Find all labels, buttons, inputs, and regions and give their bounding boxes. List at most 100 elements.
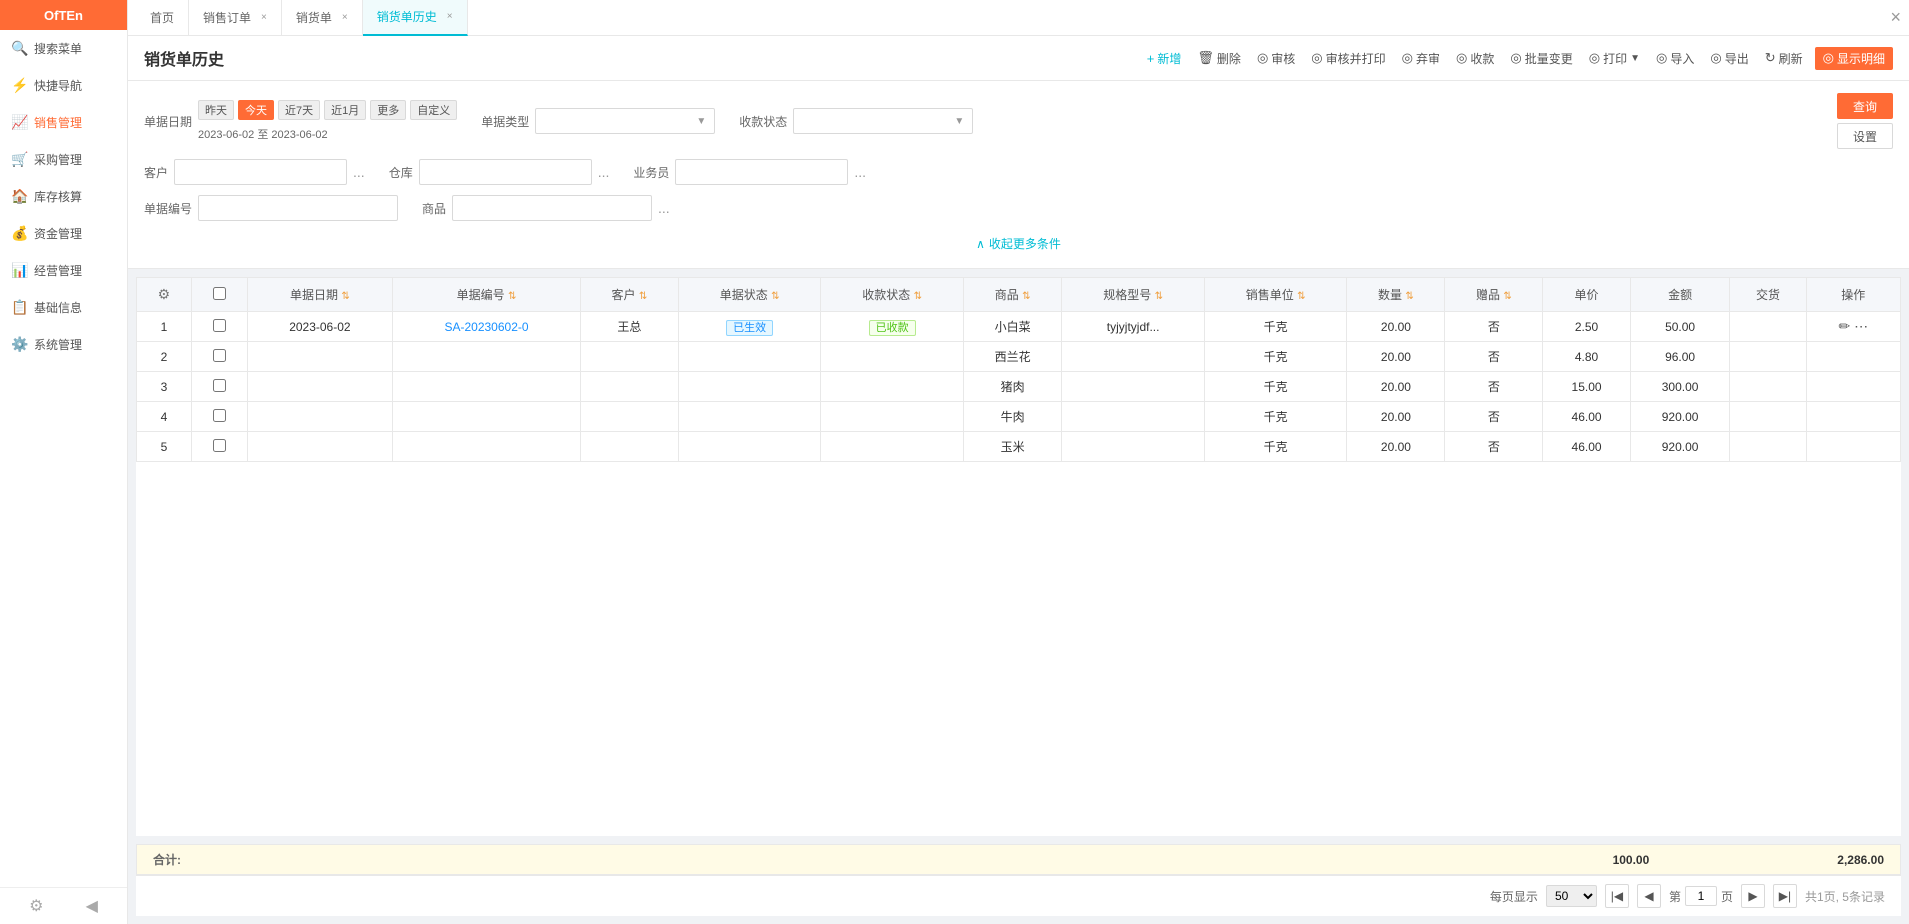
- sort-quantity-icon[interactable]: ⇅: [1405, 291, 1413, 302]
- discard-button[interactable]: ◎ 弃审: [1398, 48, 1444, 69]
- col-settings[interactable]: ⚙: [137, 278, 192, 312]
- query-button[interactable]: 查询: [1837, 93, 1893, 119]
- sort-doc-no-icon[interactable]: ⇅: [508, 291, 516, 302]
- tab-sales-history[interactable]: 销货单历史 ×: [363, 0, 468, 36]
- tab-sales-delivery-close[interactable]: ×: [342, 12, 348, 23]
- row-checkbox[interactable]: [191, 432, 247, 462]
- sidebar-item-basic-info[interactable]: 📋 基础信息: [0, 289, 127, 326]
- select-all-checkbox[interactable]: [213, 287, 226, 300]
- tab-home[interactable]: 首页: [136, 0, 189, 36]
- warehouse-picker-icon[interactable]: ...: [598, 164, 610, 180]
- row-action[interactable]: [1806, 402, 1900, 432]
- settings-gear-icon[interactable]: ⚙: [158, 286, 171, 302]
- doc-type-select[interactable]: ▼: [535, 108, 715, 134]
- delete-button[interactable]: 🗑 删除: [1193, 48, 1245, 69]
- refresh-button[interactable]: ↻ 刷新: [1761, 48, 1807, 69]
- row-action[interactable]: ✏⋯: [1806, 312, 1900, 342]
- row-select-checkbox[interactable]: [213, 439, 226, 452]
- audit-print-button[interactable]: ◎ 审核并打印: [1307, 48, 1389, 69]
- doc-no-link[interactable]: SA-20230602-0: [444, 320, 528, 334]
- date-btn-more[interactable]: 更多: [370, 100, 406, 120]
- row-checkbox[interactable]: [191, 312, 247, 342]
- page-number-input[interactable]: [1685, 886, 1717, 906]
- customer-input[interactable]: [174, 159, 347, 185]
- export-button[interactable]: ◎ 导出: [1706, 48, 1752, 69]
- more-action-icon[interactable]: ⋯: [1854, 318, 1868, 334]
- sort-doc-status-icon[interactable]: ⇅: [771, 291, 779, 302]
- sidebar-item-search[interactable]: 🔍 搜索菜单: [0, 30, 127, 67]
- collapse-label: 收起更多条件: [989, 235, 1061, 252]
- goods-input[interactable]: [452, 195, 652, 221]
- sidebar-settings-icon[interactable]: ⚙: [29, 896, 43, 916]
- row-checkbox[interactable]: [191, 402, 247, 432]
- goods-picker-icon[interactable]: ...: [658, 200, 670, 216]
- close-all-tabs[interactable]: ×: [1890, 7, 1901, 28]
- per-page-select[interactable]: 50 100 200: [1546, 885, 1597, 907]
- sidebar-item-system[interactable]: ⚙️ 系统管理: [0, 326, 127, 363]
- sort-goods-icon[interactable]: ⇅: [1022, 291, 1030, 302]
- customer-picker-icon[interactable]: ...: [353, 164, 365, 180]
- row-doc-no[interactable]: [393, 372, 581, 402]
- tab-sales-order-close[interactable]: ×: [261, 12, 267, 23]
- delete-icon: 🗑: [1197, 50, 1214, 66]
- edit-action-icon[interactable]: ✏: [1838, 318, 1850, 334]
- row-checkbox[interactable]: [191, 372, 247, 402]
- last-page-button[interactable]: ▶|: [1773, 884, 1797, 908]
- sidebar-item-operations[interactable]: 📊 经营管理: [0, 252, 127, 289]
- filter-warehouse: 仓库 ...: [389, 159, 610, 185]
- row-spec: [1062, 432, 1205, 462]
- doc-no-input[interactable]: [198, 195, 398, 221]
- sort-doc-date-icon[interactable]: ⇅: [341, 291, 349, 302]
- employee-picker-icon[interactable]: ...: [854, 164, 866, 180]
- sidebar-item-quicknav[interactable]: ⚡ 快捷导航: [0, 67, 127, 104]
- sidebar-collapse-icon[interactable]: ◀: [86, 896, 98, 916]
- tab-sales-order[interactable]: 销售订单 ×: [189, 0, 282, 36]
- row-unit: 千克: [1204, 312, 1347, 342]
- row-checkbox[interactable]: [191, 342, 247, 372]
- filter-date: 单据日期 昨天 今天 近7天 近1月 更多 自定义 2023-06-02 至 2…: [144, 100, 457, 142]
- sort-spec-icon[interactable]: ⇅: [1155, 291, 1163, 302]
- import-button[interactable]: ◎ 导入: [1652, 48, 1698, 69]
- date-btn-custom[interactable]: 自定义: [410, 100, 457, 120]
- collapse-button[interactable]: ∧ 收起更多条件: [144, 231, 1893, 256]
- first-page-button[interactable]: |◀: [1605, 884, 1629, 908]
- sidebar-item-sales[interactable]: 📈 销售管理: [0, 104, 127, 141]
- payment-status-select[interactable]: ▼: [793, 108, 973, 134]
- employee-input[interactable]: [675, 159, 848, 185]
- date-btn-today[interactable]: 今天: [238, 100, 274, 120]
- sort-gift-icon[interactable]: ⇅: [1503, 291, 1511, 302]
- row-select-checkbox[interactable]: [213, 379, 226, 392]
- audit-button[interactable]: ◎ 审核: [1253, 48, 1299, 69]
- row-select-checkbox[interactable]: [213, 319, 226, 332]
- setting-button[interactable]: 设置: [1837, 123, 1893, 149]
- sort-customer-icon[interactable]: ⇅: [639, 291, 647, 302]
- tab-sales-history-close[interactable]: ×: [447, 11, 453, 22]
- date-btn-1month[interactable]: 近1月: [324, 100, 366, 120]
- row-action[interactable]: [1806, 342, 1900, 372]
- print-button[interactable]: ◎ 打印 ▼: [1585, 48, 1644, 69]
- show-detail-button[interactable]: ◎ 显示明细: [1815, 47, 1893, 70]
- row-doc-no[interactable]: SA-20230602-0: [393, 312, 581, 342]
- sidebar-item-inventory[interactable]: 🏠 库存核算: [0, 178, 127, 215]
- row-doc-no[interactable]: [393, 402, 581, 432]
- row-action[interactable]: [1806, 432, 1900, 462]
- row-select-checkbox[interactable]: [213, 409, 226, 422]
- date-btn-7days[interactable]: 近7天: [278, 100, 320, 120]
- sort-payment-status-icon[interactable]: ⇅: [914, 291, 922, 302]
- batch-change-button[interactable]: ◎ 批量变更: [1506, 48, 1576, 69]
- receive-button[interactable]: ◎ 收款: [1452, 48, 1498, 69]
- prev-page-button[interactable]: ◀: [1637, 884, 1661, 908]
- sidebar-item-purchase[interactable]: 🛒 采购管理: [0, 141, 127, 178]
- sort-unit-icon[interactable]: ⇅: [1297, 291, 1305, 302]
- row-doc-no[interactable]: [393, 342, 581, 372]
- warehouse-input[interactable]: [419, 159, 592, 185]
- row-action[interactable]: [1806, 372, 1900, 402]
- add-button[interactable]: + 新增: [1143, 48, 1186, 69]
- next-page-button[interactable]: ▶: [1741, 884, 1765, 908]
- row-unit-price: 46.00: [1543, 402, 1630, 432]
- row-doc-no[interactable]: [393, 432, 581, 462]
- sidebar-item-finance[interactable]: 💰 资金管理: [0, 215, 127, 252]
- tab-sales-delivery[interactable]: 销货单 ×: [282, 0, 363, 36]
- row-select-checkbox[interactable]: [213, 349, 226, 362]
- date-btn-yesterday[interactable]: 昨天: [198, 100, 234, 120]
